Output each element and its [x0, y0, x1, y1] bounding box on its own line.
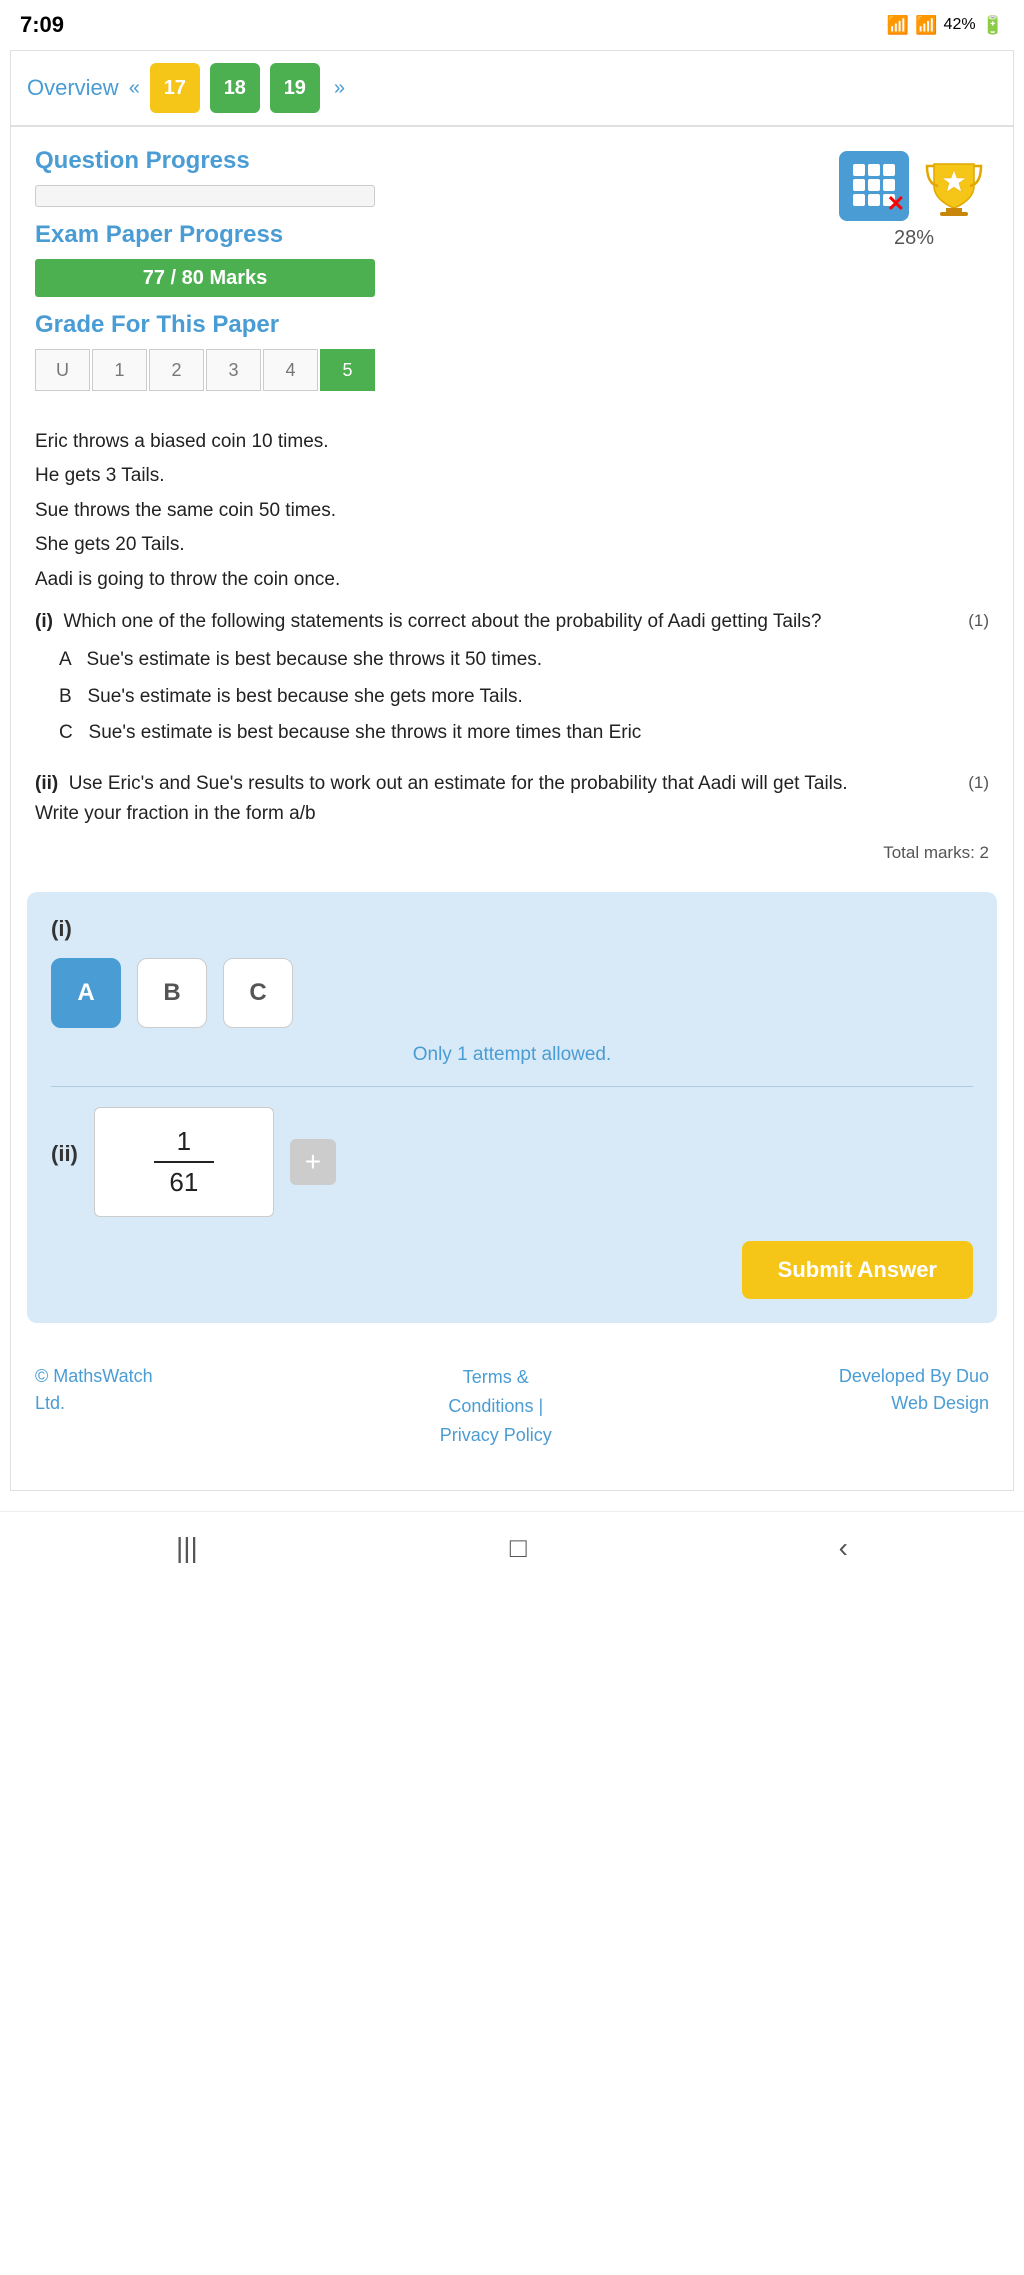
option-b: B Sue's estimate is best because she get… [59, 682, 952, 712]
attempt-note: Only 1 attempt allowed. [51, 1044, 973, 1066]
icons-area: ✕ 28% [839, 147, 989, 250]
part-i-marks: (1) [968, 607, 989, 634]
grade-box-u[interactable]: U [35, 349, 90, 391]
nav-home-icon[interactable]: □ [510, 1532, 527, 1564]
percent-label: 28% [894, 227, 934, 250]
total-marks: Total marks: 2 [35, 839, 989, 866]
trophy-icon [919, 151, 989, 221]
plus-button[interactable]: + [290, 1139, 336, 1185]
grade-box-5[interactable]: 5 [320, 349, 375, 391]
exam-progress-label: Exam Paper Progress [35, 221, 839, 249]
question-intro-3: Sue throws the same coin 50 times. [35, 496, 989, 526]
nav-bar: Overview « 17 18 19 » [11, 51, 1013, 127]
answer-part-ii: (ii) 1 61 + [51, 1107, 973, 1217]
wifi-icon: 📶 [887, 15, 909, 36]
progress-left: Question Progress Exam Paper Progress 77… [35, 147, 839, 391]
option-list: A Sue's estimate is best because she thr… [59, 645, 952, 748]
question-intro-1: Eric throws a biased coin 10 times. [35, 427, 989, 457]
divider [51, 1086, 973, 1087]
mc-buttons: A B C [51, 958, 973, 1028]
exam-progress-bar: 77 / 80 Marks [35, 259, 375, 297]
fraction-input[interactable]: 1 61 [94, 1107, 274, 1217]
nav-tab-18[interactable]: 18 [210, 63, 260, 113]
nav-chevron-right[interactable]: » [334, 77, 345, 100]
grade-box-3[interactable]: 3 [206, 349, 261, 391]
part-i-label: (i) [51, 916, 973, 942]
footer-copyright: © MathsWatchLtd. [35, 1363, 153, 1417]
icon-row: ✕ [839, 151, 989, 221]
status-bar: 7:09 📶 📶 42% 🔋 [0, 0, 1024, 50]
calculator-icon[interactable]: ✕ [839, 151, 909, 221]
battery-icon: 🔋 [982, 15, 1004, 36]
question-intro-4: She gets 20 Tails. [35, 530, 989, 560]
question-part-i: (i) Which one of the following statement… [35, 607, 989, 757]
fraction-denominator[interactable]: 61 [154, 1163, 214, 1198]
answer-part-i: (i) A B C Only 1 attempt allowed. [51, 916, 973, 1066]
question-part-ii-text: (ii) Use Eric's and Sue's results to wor… [35, 769, 952, 830]
bottom-nav: ||| □ ‹ [0, 1511, 1024, 1584]
nav-tab-17[interactable]: 17 [150, 63, 200, 113]
option-a: A Sue's estimate is best because she thr… [59, 645, 952, 675]
question-intro-5: Aadi is going to throw the coin once. [35, 565, 989, 595]
mc-btn-b[interactable]: B [137, 958, 207, 1028]
progress-section: Question Progress Exam Paper Progress 77… [11, 127, 1013, 411]
question-progress-bar [35, 185, 375, 207]
footer-developer: Developed By DuoWeb Design [839, 1363, 989, 1417]
mc-btn-c[interactable]: C [223, 958, 293, 1028]
option-c: C Sue's estimate is best because she thr… [59, 718, 952, 748]
nav-menu-icon[interactable]: ||| [176, 1532, 198, 1564]
grade-label: Grade For This Paper [35, 311, 839, 339]
status-icons: 📶 📶 42% 🔋 [887, 15, 1004, 36]
nav-overview-link[interactable]: Overview [27, 75, 119, 101]
footer: © MathsWatchLtd. Terms &Conditions |Priv… [11, 1333, 1013, 1489]
footer-terms[interactable]: Terms &Conditions |Privacy Policy [440, 1363, 552, 1449]
signal-icon: 📶 [915, 15, 937, 36]
question-progress-label: Question Progress [35, 147, 839, 175]
nav-back-icon[interactable]: ‹ [839, 1532, 848, 1564]
grade-box-1[interactable]: 1 [92, 349, 147, 391]
submit-row: Submit Answer [51, 1241, 973, 1299]
part-ii-marks: (1) [968, 769, 989, 796]
app-container: Overview « 17 18 19 » Question Progress … [10, 50, 1014, 1491]
part-ii-label: (ii) [51, 1141, 78, 1167]
mc-btn-a[interactable]: A [51, 958, 121, 1028]
question-part-ii: (ii) Use Eric's and Sue's results to wor… [35, 769, 989, 830]
calc-x-icon: ✕ [887, 191, 905, 217]
question-intro-2: He gets 3 Tails. [35, 461, 989, 491]
status-time: 7:09 [20, 12, 64, 38]
grade-box-4[interactable]: 4 [263, 349, 318, 391]
fraction-numerator[interactable]: 1 [154, 1126, 214, 1163]
progress-header: Question Progress Exam Paper Progress 77… [35, 147, 989, 391]
submit-button[interactable]: Submit Answer [742, 1241, 973, 1299]
part-ii-row: (ii) 1 61 + [51, 1107, 973, 1217]
grade-box-2[interactable]: 2 [149, 349, 204, 391]
battery-indicator: 42% [944, 16, 976, 34]
grade-boxes: U 1 2 3 4 5 [35, 349, 839, 391]
nav-chevron-left[interactable]: « [129, 77, 140, 100]
question-part-i-text: (i) Which one of the following statement… [35, 607, 952, 757]
answer-section: (i) A B C Only 1 attempt allowed. (ii) 1… [27, 892, 997, 1323]
question-content: Eric throws a biased coin 10 times. He g… [11, 411, 1013, 882]
nav-tab-19[interactable]: 19 [270, 63, 320, 113]
